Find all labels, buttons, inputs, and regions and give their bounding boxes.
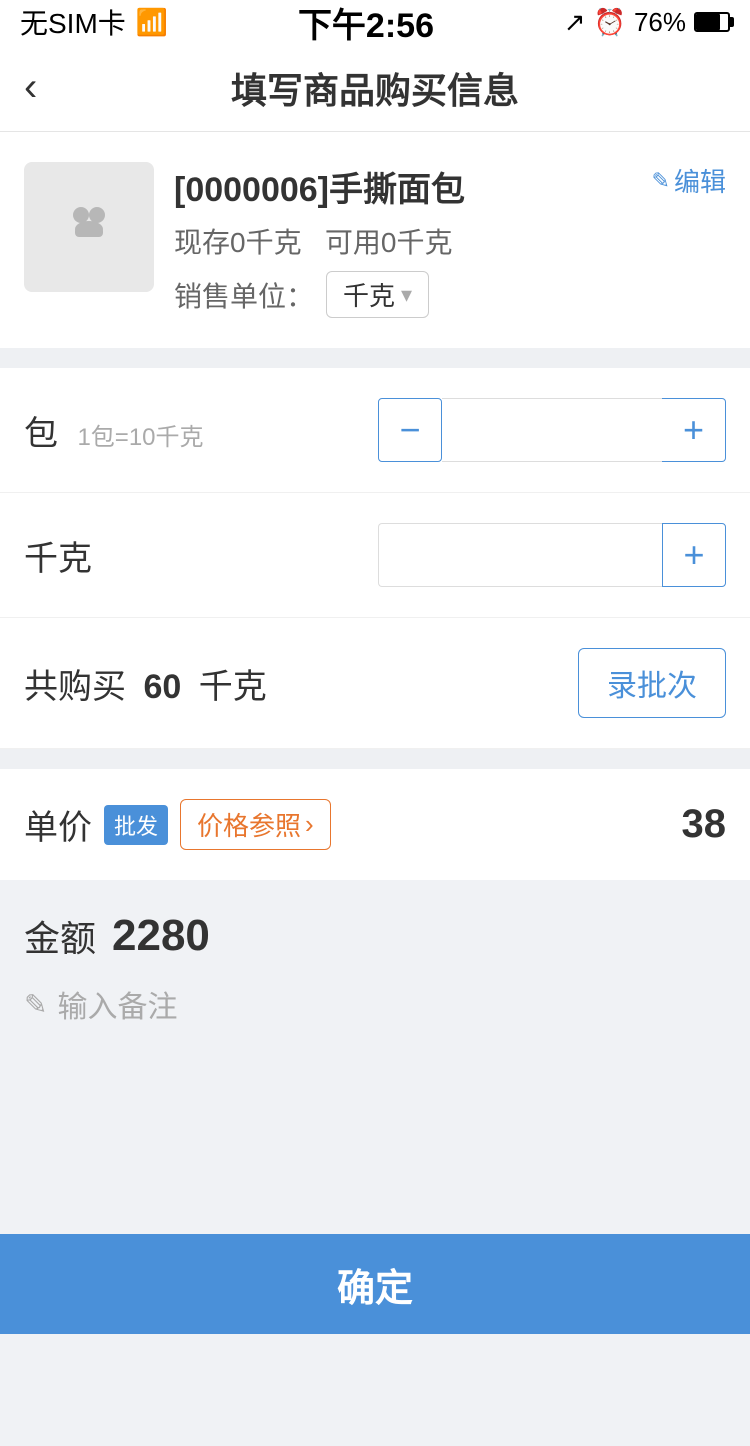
price-label-row: 单价 批发 价格参照 › (24, 799, 331, 850)
pencil-icon: ✎ (24, 988, 47, 1021)
product-unit-row: 销售单位： 千克 ▾ (174, 271, 726, 318)
remark-placeholder: 输入备注 (57, 982, 177, 1026)
product-image (24, 162, 154, 292)
location-icon: ↗ (564, 7, 586, 38)
bao-input[interactable]: 6 (442, 398, 662, 462)
price-value: 38 (682, 802, 727, 847)
confirm-button[interactable]: 确定 (337, 1257, 413, 1312)
price-badge: 批发 (104, 805, 168, 845)
section-divider-2 (0, 749, 750, 769)
product-card: [0000006]手撕面包 ✎ 编辑 现存0千克 可用0千克 销售单位： 千克 … (0, 132, 750, 348)
total-text: 共购买 60 千克 (24, 659, 267, 708)
amount-value: 2280 (112, 911, 210, 961)
bao-label: 包 1包=10千克 (24, 406, 378, 455)
total-row: 共购买 60 千克 录批次 (0, 617, 750, 749)
price-ref-button[interactable]: 价格参照 › (180, 799, 331, 850)
bao-section: 包 1包=10千克 − 6 + 千克 0 + (0, 368, 750, 617)
battery-icon (694, 12, 730, 32)
bao-hint: 1包=10千克 (77, 424, 203, 451)
carrier-label: 无SIM卡 (20, 2, 126, 42)
bao-qty-control: − 6 + (378, 398, 726, 462)
nav-bar: ‹ 填写商品购买信息 (0, 44, 750, 132)
page-title: 填写商品购买信息 (231, 62, 519, 114)
product-info: [0000006]手撕面包 ✎ 编辑 现存0千克 可用0千克 销售单位： 千克 … (174, 162, 726, 318)
status-bar-time: 下午2:56 (298, 0, 434, 47)
amount-section: 金额 2280 ✎ 输入备注 (0, 880, 750, 1046)
remark-row[interactable]: ✎ 输入备注 (24, 982, 726, 1026)
product-name: [0000006]手撕面包 (174, 162, 465, 211)
unit-select[interactable]: 千克 ▾ (326, 271, 429, 318)
status-bar-left: 无SIM卡 📶 (20, 2, 168, 42)
kg-row: 千克 0 + (0, 493, 750, 617)
kg-qty-control: 0 + (378, 523, 726, 587)
product-stock: 现存0千克 可用0千克 (174, 221, 726, 261)
back-button[interactable]: ‹ (24, 65, 37, 110)
confirm-bar[interactable]: 确定 (0, 1234, 750, 1334)
bao-decrement-button[interactable]: − (378, 398, 442, 462)
alarm-icon: ⏰ (594, 7, 626, 38)
product-name-row: [0000006]手撕面包 ✎ 编辑 (174, 162, 726, 211)
amount-label: 金额 (24, 910, 96, 962)
kg-label: 千克 (24, 531, 378, 580)
price-label: 单价 (24, 800, 92, 849)
batch-button[interactable]: 录批次 (578, 648, 726, 718)
price-section: 单价 批发 价格参照 › 38 (0, 769, 750, 880)
bao-row: 包 1包=10千克 − 6 + (0, 368, 750, 493)
status-bar-right: ↗ ⏰ 76% (564, 7, 730, 38)
edit-button[interactable]: ✎ 编辑 (652, 162, 726, 199)
wifi-icon: 📶 (136, 7, 168, 38)
section-divider-1 (0, 348, 750, 368)
bottom-pad (0, 1346, 750, 1446)
bao-increment-button[interactable]: + (662, 398, 726, 462)
kg-increment-button[interactable]: + (662, 523, 726, 587)
status-bar: 无SIM卡 📶 下午2:56 ↗ ⏰ 76% (0, 0, 750, 44)
total-amount: 60 (143, 668, 181, 706)
kg-input[interactable]: 0 (378, 523, 662, 587)
battery-label: 76% (634, 7, 686, 38)
amount-row: 金额 2280 (24, 910, 726, 962)
